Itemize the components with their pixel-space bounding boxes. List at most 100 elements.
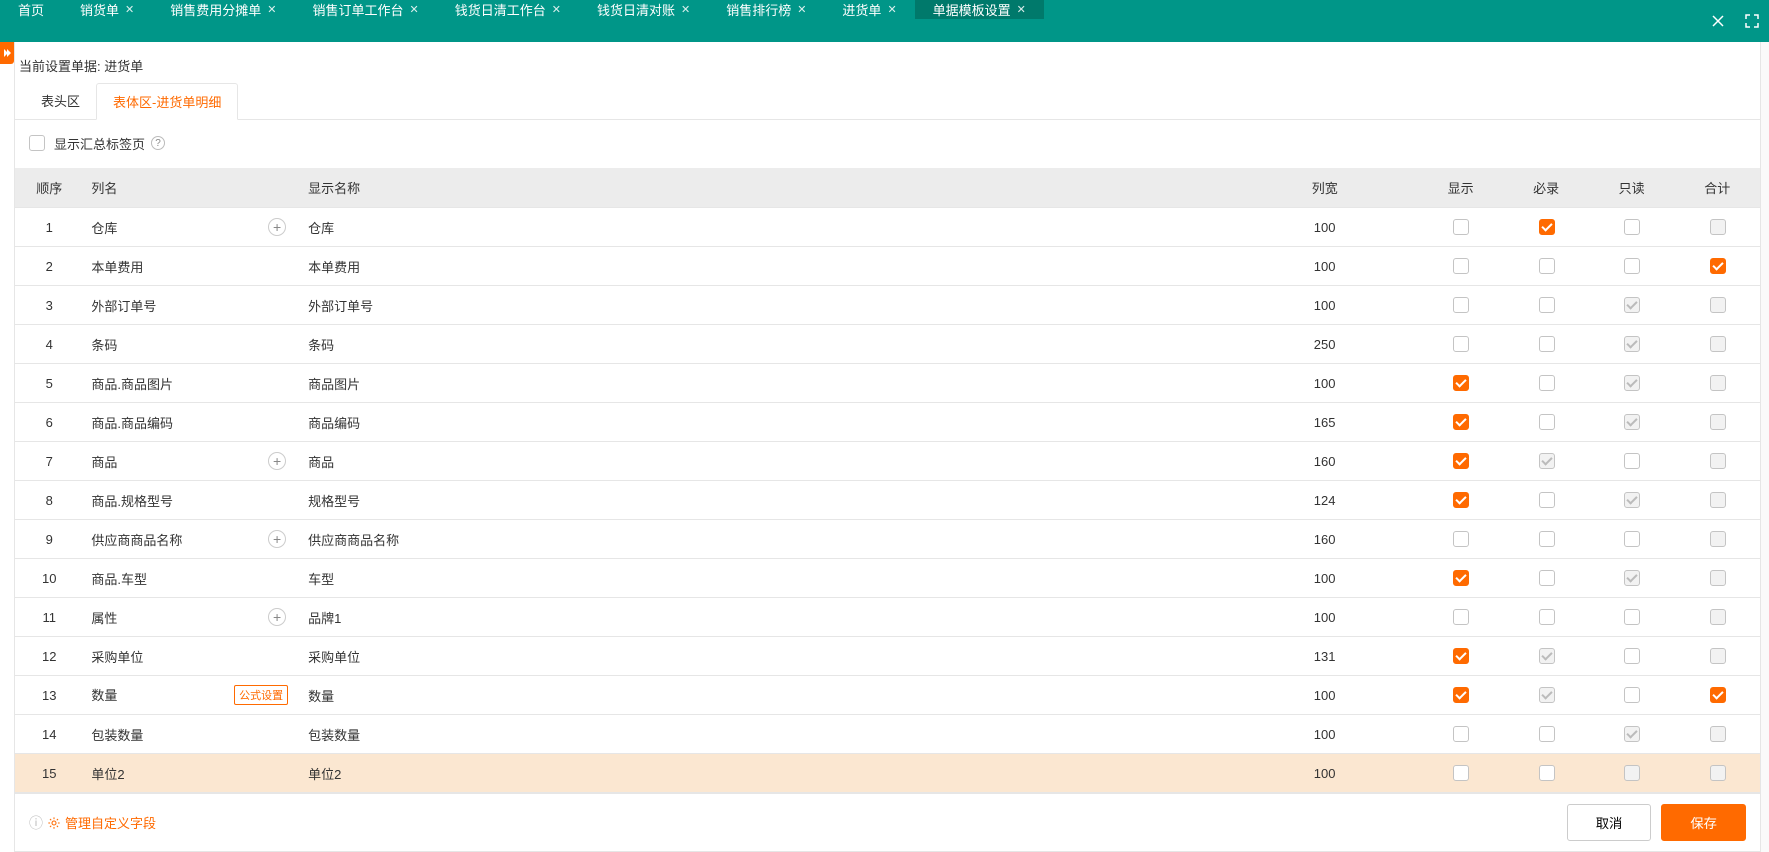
cell-display-name[interactable]: 品牌1 xyxy=(300,598,1304,637)
width-input[interactable] xyxy=(1312,414,1372,431)
width-input[interactable] xyxy=(1312,297,1372,314)
width-input[interactable] xyxy=(1312,726,1372,743)
show-checkbox[interactable] xyxy=(1453,297,1469,313)
width-input[interactable] xyxy=(1312,492,1372,509)
cell-display-name[interactable]: 数量 xyxy=(300,676,1304,715)
show-checkbox[interactable] xyxy=(1453,258,1469,274)
table-row[interactable]: 15单位2单位2 xyxy=(15,754,1760,793)
required-checkbox[interactable] xyxy=(1539,765,1555,781)
width-input[interactable] xyxy=(1312,609,1372,626)
readonly-checkbox[interactable] xyxy=(1624,531,1640,547)
cell-display-name[interactable]: 采购单位 xyxy=(300,637,1304,676)
width-input[interactable] xyxy=(1312,375,1372,392)
width-input[interactable] xyxy=(1312,258,1372,275)
readonly-checkbox[interactable] xyxy=(1624,258,1640,274)
total-checkbox[interactable] xyxy=(1710,258,1726,274)
cell-display-name[interactable]: 本单费用 xyxy=(300,247,1304,286)
cell-display-name[interactable]: 仓库 xyxy=(300,208,1304,247)
tab-钱货日清工作台[interactable]: 钱货日清工作台✕ xyxy=(437,0,579,19)
show-checkbox[interactable] xyxy=(1453,414,1469,430)
fullscreen-icon[interactable] xyxy=(1735,0,1769,42)
table-row[interactable]: 4条码条码 xyxy=(15,325,1760,364)
table-row[interactable]: 14包装数量包装数量 xyxy=(15,715,1760,754)
table-row[interactable]: 13数量公式设置数量 xyxy=(15,676,1760,715)
table-row[interactable]: 9供应商商品名称+供应商商品名称 xyxy=(15,520,1760,559)
close-icon[interactable] xyxy=(1701,0,1735,42)
readonly-checkbox[interactable] xyxy=(1624,219,1640,235)
readonly-checkbox[interactable] xyxy=(1624,687,1640,703)
required-checkbox[interactable] xyxy=(1539,531,1555,547)
tab-进货单[interactable]: 进货单✕ xyxy=(824,0,914,19)
show-summary-input[interactable] xyxy=(29,135,45,151)
show-checkbox[interactable] xyxy=(1453,219,1469,235)
tab-销售订单工作台[interactable]: 销售订单工作台✕ xyxy=(294,0,436,19)
table-row[interactable]: 11属性+品牌1 xyxy=(15,598,1760,637)
show-checkbox[interactable] xyxy=(1453,726,1469,742)
required-checkbox[interactable] xyxy=(1539,609,1555,625)
add-sub-column-button[interactable]: + xyxy=(268,608,286,626)
show-summary-checkbox[interactable]: 显示汇总标签页 xyxy=(25,132,145,154)
manage-custom-fields-link[interactable]: 管理自定义字段 xyxy=(47,813,156,832)
show-checkbox[interactable] xyxy=(1453,375,1469,391)
help-icon[interactable]: ? xyxy=(151,136,165,150)
cell-display-name[interactable]: 车型 xyxy=(300,559,1304,598)
show-checkbox[interactable] xyxy=(1453,336,1469,352)
inner-tab[interactable]: 表头区 xyxy=(25,83,96,119)
show-checkbox[interactable] xyxy=(1453,453,1469,469)
tab-销售排行榜[interactable]: 销售排行榜✕ xyxy=(708,0,824,19)
required-checkbox[interactable] xyxy=(1539,297,1555,313)
total-checkbox[interactable] xyxy=(1710,687,1726,703)
table-row[interactable]: 7商品+商品 xyxy=(15,442,1760,481)
readonly-checkbox[interactable] xyxy=(1624,648,1640,664)
table-row[interactable]: 3外部订单号外部订单号 xyxy=(15,286,1760,325)
tab-close-icon[interactable]: ✕ xyxy=(1017,3,1026,16)
required-checkbox[interactable] xyxy=(1539,414,1555,430)
show-checkbox[interactable] xyxy=(1453,765,1469,781)
width-input[interactable] xyxy=(1312,219,1372,236)
tab-首页[interactable]: 首页 xyxy=(0,0,62,19)
required-checkbox[interactable] xyxy=(1539,336,1555,352)
cell-display-name[interactable]: 包装数量 xyxy=(300,715,1304,754)
show-checkbox[interactable] xyxy=(1453,687,1469,703)
add-sub-column-button[interactable]: + xyxy=(268,530,286,548)
cancel-button[interactable]: 取消 xyxy=(1567,804,1652,841)
cell-display-name[interactable]: 供应商商品名称 xyxy=(300,520,1304,559)
cell-display-name[interactable]: 外部订单号 xyxy=(300,286,1304,325)
footer-help-icon[interactable]: ⓘ xyxy=(29,813,43,833)
table-row[interactable]: 2本单费用本单费用 xyxy=(15,247,1760,286)
readonly-checkbox[interactable] xyxy=(1624,453,1640,469)
cell-display-name[interactable]: 规格型号 xyxy=(300,481,1304,520)
tab-单据模板设置[interactable]: 单据模板设置✕ xyxy=(915,0,1044,19)
inner-tab[interactable]: 表体区-进货单明细 xyxy=(96,83,238,120)
table-row[interactable]: 8商品.规格型号规格型号 xyxy=(15,481,1760,520)
add-sub-column-button[interactable]: + xyxy=(268,452,286,470)
table-row[interactable]: 5商品.商品图片商品图片 xyxy=(15,364,1760,403)
tab-close-icon[interactable]: ✕ xyxy=(410,3,419,16)
show-checkbox[interactable] xyxy=(1453,570,1469,586)
table-row[interactable]: 10商品.车型车型 xyxy=(15,559,1760,598)
show-checkbox[interactable] xyxy=(1453,531,1469,547)
width-input[interactable] xyxy=(1312,531,1372,548)
add-sub-column-button[interactable]: + xyxy=(268,218,286,236)
formula-settings-button[interactable]: 公式设置 xyxy=(234,685,288,705)
tab-close-icon[interactable]: ✕ xyxy=(552,3,561,16)
tab-close-icon[interactable]: ✕ xyxy=(681,3,690,16)
tab-销货单[interactable]: 销货单✕ xyxy=(62,0,152,19)
width-input[interactable] xyxy=(1312,648,1372,665)
sidebar-expand-button[interactable] xyxy=(0,42,14,64)
width-input[interactable] xyxy=(1312,453,1372,470)
table-row[interactable]: 1仓库+仓库 xyxy=(15,208,1760,247)
required-checkbox[interactable] xyxy=(1539,570,1555,586)
tab-close-icon[interactable]: ✕ xyxy=(887,3,896,16)
cell-display-name[interactable]: 商品编码 xyxy=(300,403,1304,442)
required-checkbox[interactable] xyxy=(1539,726,1555,742)
required-checkbox[interactable] xyxy=(1539,219,1555,235)
required-checkbox[interactable] xyxy=(1539,492,1555,508)
table-row[interactable]: 6商品.商品编码商品编码 xyxy=(15,403,1760,442)
required-checkbox[interactable] xyxy=(1539,375,1555,391)
tab-销售费用分摊单[interactable]: 销售费用分摊单✕ xyxy=(152,0,294,19)
cell-display-name[interactable]: 商品图片 xyxy=(300,364,1304,403)
tab-钱货日清对账[interactable]: 钱货日清对账✕ xyxy=(579,0,708,19)
show-checkbox[interactable] xyxy=(1453,492,1469,508)
save-button[interactable]: 保存 xyxy=(1661,804,1746,841)
